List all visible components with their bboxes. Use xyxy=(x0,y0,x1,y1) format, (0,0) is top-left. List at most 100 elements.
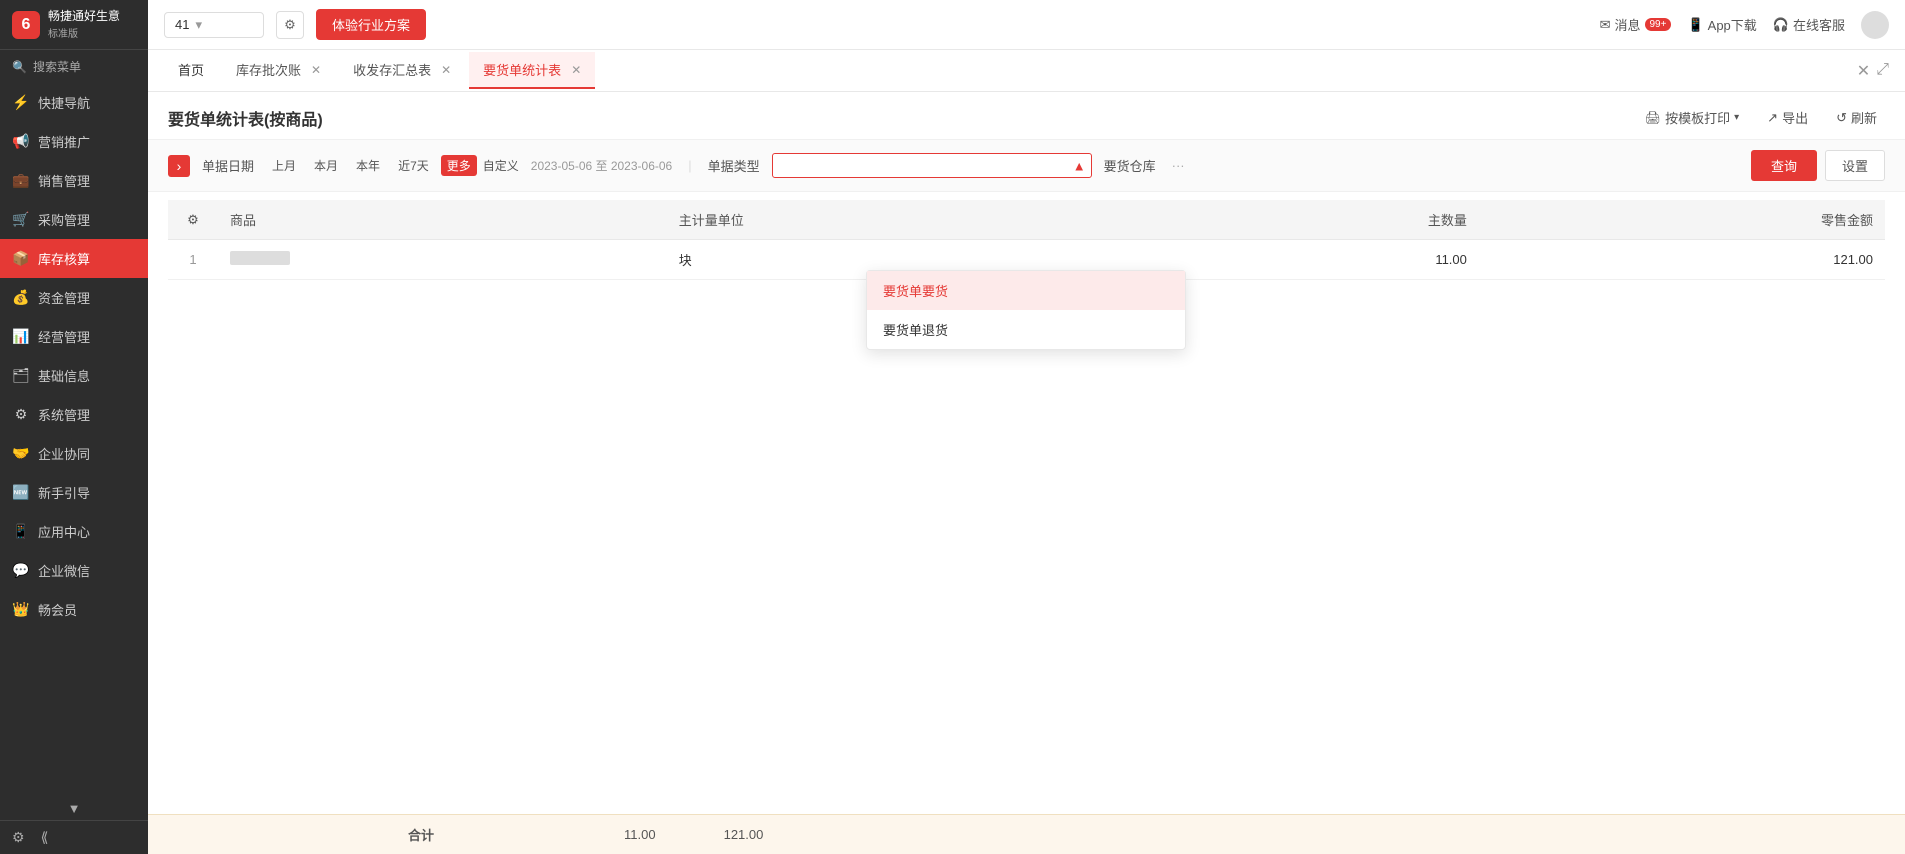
sidebar: 6 畅捷通好生意 标准版 🔍 搜索菜单 ⚡ 快捷导航 📢 营销推广 💼 销售管理… xyxy=(0,0,148,854)
sales-icon: 💼 xyxy=(12,172,30,190)
tab-order-stat-close[interactable]: ✕ xyxy=(571,63,581,77)
shortcut-more[interactable]: 更多 xyxy=(441,155,477,176)
guide-icon: 🆕 xyxy=(12,484,30,502)
expand-filter-button[interactable]: › xyxy=(168,155,190,177)
app-subtitle: 标准版 xyxy=(48,25,120,40)
sidebar-item-guide[interactable]: 🆕 新手引导 xyxy=(0,473,148,512)
tab-order-stat-label: 要货单统计表 xyxy=(483,60,561,79)
app-title: 畅捷通好生意 xyxy=(48,9,120,25)
th-product: 商品 xyxy=(218,200,667,240)
refresh-label: 刷新 xyxy=(1851,108,1877,127)
footer-label: 合计 xyxy=(408,825,434,844)
tab-home-label: 首页 xyxy=(178,60,204,79)
th-settings[interactable]: ⚙ xyxy=(168,200,218,240)
appstore-icon: 📱 xyxy=(12,523,30,541)
type-selector: ▲ xyxy=(772,153,1092,178)
tab-expand-btns: ✕ ⤢ xyxy=(1857,61,1889,81)
gear-icon: ⚙ xyxy=(284,17,296,33)
app-download-label: App下载 xyxy=(1708,15,1757,34)
sidebar-item-label: 企业协同 xyxy=(38,444,90,463)
shortcut-7days[interactable]: 近7天 xyxy=(392,155,435,176)
sidebar-item-label: 库存核算 xyxy=(38,249,90,268)
tab-bar: 首页 库存批次账 ✕ 收发存汇总表 ✕ 要货单统计表 ✕ ✕ ⤢ xyxy=(148,50,1905,92)
sidebar-item-basic[interactable]: 🗂 基础信息 xyxy=(0,356,148,395)
online-service-action[interactable]: 🎧 在线客服 xyxy=(1773,15,1845,34)
expand-icon[interactable]: ⤢ xyxy=(1876,61,1889,81)
shortcut-prev-month[interactable]: 上月 xyxy=(266,155,302,176)
export-action[interactable]: ↗ 导出 xyxy=(1759,104,1816,131)
tab-batch-label: 库存批次账 xyxy=(236,60,301,79)
sidebar-item-label: 新手引导 xyxy=(38,483,90,502)
type-input[interactable] xyxy=(772,153,1092,178)
cell-quantity: 11.00 xyxy=(1142,240,1479,280)
store-selector[interactable]: 41 ▾ xyxy=(164,12,264,38)
type-chevron-icon[interactable]: ▲ xyxy=(1073,158,1086,173)
operation-icon: 📊 xyxy=(12,328,30,346)
top-header: 41 ▾ ⚙ 体验行业方案 ✉ 消息 99+ 📱 App下载 🎧 在线客服 xyxy=(148,0,1905,50)
shortcut-this-year[interactable]: 本年 xyxy=(350,155,386,176)
notification-action[interactable]: ✉ 消息 99+ xyxy=(1600,15,1672,34)
settings-icon[interactable]: ⚙ xyxy=(12,829,25,846)
sidebar-item-finance[interactable]: 💰 资金管理 xyxy=(0,278,148,317)
sidebar-item-member[interactable]: 👑 畅会员 xyxy=(0,590,148,629)
print-label: 按模板打印 xyxy=(1665,108,1730,127)
print-icon: 🖨 xyxy=(1645,110,1662,126)
dropdown-item-order-goods[interactable]: 要货单要货 xyxy=(867,271,1185,310)
print-action[interactable]: 🖨 按模板打印 ▾ xyxy=(1637,104,1748,131)
set-button[interactable]: 设置 xyxy=(1825,150,1885,181)
sidebar-item-collab[interactable]: 🤝 企业协同 xyxy=(0,434,148,473)
sidebar-item-marketing[interactable]: 📢 营销推广 xyxy=(0,122,148,161)
refresh-action[interactable]: ↺ 刷新 xyxy=(1828,104,1885,131)
filter-divider: | xyxy=(688,158,691,173)
date-range-display: 2023-05-06 至 2023-06-06 xyxy=(531,157,672,174)
sidebar-item-label: 应用中心 xyxy=(38,522,90,541)
sidebar-item-wechat[interactable]: 💬 企业微信 xyxy=(0,551,148,590)
sidebar-search[interactable]: 🔍 搜索菜单 xyxy=(0,50,148,83)
sidebar-item-operation[interactable]: 📊 经营管理 xyxy=(0,317,148,356)
page-content: 要货单统计表(按商品) 🖨 按模板打印 ▾ ↗ 导出 ↺ 刷新 xyxy=(148,92,1905,854)
cell-index: 1 xyxy=(168,240,218,280)
tab-order-stat[interactable]: 要货单统计表 ✕ xyxy=(469,52,595,89)
wechat-icon: 💬 xyxy=(12,562,30,580)
sidebar-item-purchase[interactable]: 🛒 采购管理 xyxy=(0,200,148,239)
sidebar-nav: ⚡ 快捷导航 📢 营销推广 💼 销售管理 🛒 采购管理 📦 库存核算 💰 资金管… xyxy=(0,83,148,797)
sidebar-scroll-down[interactable]: ▼ xyxy=(0,797,148,820)
close-all-icon[interactable]: ✕ xyxy=(1857,61,1870,81)
shortcut-this-month[interactable]: 本月 xyxy=(308,155,344,176)
sidebar-item-appstore[interactable]: 📱 应用中心 xyxy=(0,512,148,551)
trial-button[interactable]: 体验行业方案 xyxy=(316,9,426,40)
custom-date-link[interactable]: 自定义 xyxy=(483,157,519,174)
data-table: ⚙ 商品 主计量单位 主数量 零售金额 1 块 11.00 xyxy=(168,200,1885,280)
filter-right: 查询 设置 xyxy=(1751,150,1885,181)
sidebar-item-label: 畅会员 xyxy=(38,600,77,619)
sidebar-item-inventory[interactable]: 📦 库存核算 xyxy=(0,239,148,278)
search-icon: 🔍 xyxy=(12,60,27,74)
query-button[interactable]: 查询 xyxy=(1751,150,1817,181)
store-name: 41 xyxy=(175,17,189,32)
settings-button[interactable]: ⚙ xyxy=(276,11,304,39)
main-content: 41 ▾ ⚙ 体验行业方案 ✉ 消息 99+ 📱 App下载 🎧 在线客服 xyxy=(148,0,1905,854)
tab-summary-close[interactable]: ✕ xyxy=(441,63,451,77)
sidebar-item-system[interactable]: ⚙ 系统管理 xyxy=(0,395,148,434)
tab-home[interactable]: 首页 xyxy=(164,52,218,89)
sidebar-item-label: 资金管理 xyxy=(38,288,90,307)
purchase-icon: 🛒 xyxy=(12,211,30,229)
footer-amount: 121.00 xyxy=(724,827,764,842)
tab-batch-close[interactable]: ✕ xyxy=(311,63,321,77)
dropdown-item-order-return[interactable]: 要货单退货 xyxy=(867,310,1185,349)
footer-quantity: 11.00 xyxy=(624,827,656,842)
tab-batch[interactable]: 库存批次账 ✕ xyxy=(222,52,335,89)
type-dropdown: 要货单要货 要货单退货 xyxy=(866,270,1186,350)
tab-summary[interactable]: 收发存汇总表 ✕ xyxy=(339,52,465,89)
store-chevron-icon: ▾ xyxy=(195,17,202,33)
table-wrap: ⚙ 商品 主计量单位 主数量 零售金额 1 块 11.00 xyxy=(148,200,1905,280)
sidebar-item-sales[interactable]: 💼 销售管理 xyxy=(0,161,148,200)
export-label: 导出 xyxy=(1782,108,1808,127)
user-avatar[interactable] xyxy=(1861,11,1889,39)
collapse-icon[interactable]: ⟪ xyxy=(41,829,49,846)
sidebar-item-quick-nav[interactable]: ⚡ 快捷导航 xyxy=(0,83,148,122)
type-input-wrap: ▲ xyxy=(772,153,1092,178)
th-quantity: 主数量 xyxy=(1142,200,1479,240)
app-download-action[interactable]: 📱 App下载 xyxy=(1687,15,1756,34)
warehouse-dots-icon[interactable]: ··· xyxy=(1172,158,1185,173)
